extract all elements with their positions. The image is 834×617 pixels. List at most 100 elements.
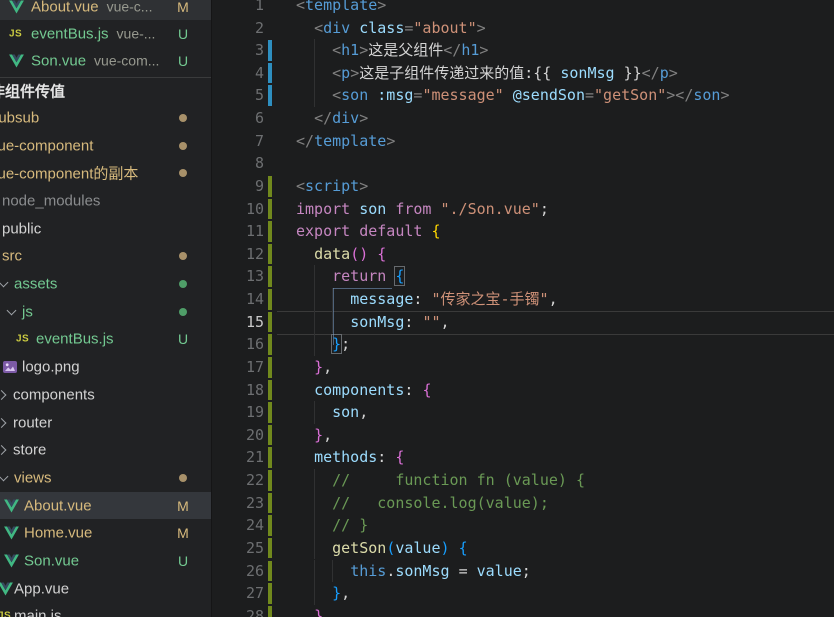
code-text: <template> [296,0,387,14]
tree-item-logo.png[interactable]: logo.png [0,353,211,381]
code-line[interactable]: 1 <template> [211,0,834,17]
open-editor-item[interactable]: About.vue vue-c... M [0,0,211,21]
git-gutter-added [268,243,272,265]
tree-item-router[interactable]: router [0,409,211,437]
file-name: views [14,469,52,487]
file-name: Son.vue [31,52,87,70]
code-line[interactable]: 3 <h1>这是父组件</h1> [211,39,834,62]
tree-item-vue-component[interactable]: vue-component [0,132,211,160]
code-line[interactable]: 7 </template> [211,130,834,153]
code-line[interactable]: 26 this.sonMsg = value; [211,559,834,583]
line-number: 8 [254,154,264,173]
tree-item-Son.vue[interactable]: Son.vue U [0,547,211,575]
open-editor-item[interactable]: JS eventBus.js vue-... U [0,20,211,47]
line-number: 18 [245,380,264,399]
file-name: Son.vue [24,552,80,570]
vscode-window: About.vue vue-c... M JS eventBus.js vue-... U S… [0,0,834,617]
js-file-icon: JS [0,610,12,617]
code-line[interactable]: 13 return { [211,265,834,289]
code-line[interactable]: 10 import son from "./Son.vue"; [211,198,834,221]
line-number: 27 [245,584,264,603]
code-line[interactable]: 12 data() { [211,243,834,266]
git-dot-badge [179,307,187,316]
git-gutter-added [268,470,272,491]
code-line[interactable]: 6 </div> [211,107,834,130]
line-number: 19 [245,403,264,422]
code-text: this.sonMsg = value; [350,561,531,580]
code-line[interactable]: 16 }; [211,333,834,356]
tree-item-js[interactable]: js [0,298,211,326]
vue-file-icon [9,0,24,14]
code-line[interactable]: 28 } [211,605,834,617]
code-text: // } [332,516,369,535]
vue-file-icon [4,554,19,568]
code-line[interactable]: 11 export default { [211,220,834,243]
tree-item-About.vue[interactable]: About.vue M [0,491,211,520]
git-dot-badge [179,473,187,482]
line-number: 20 [245,425,264,444]
line-number: 9 [254,176,264,195]
tree-item-views[interactable]: views [0,464,211,492]
tree-item-node_modules[interactable]: node_modules [0,187,211,215]
chevron-right-icon [0,445,7,456]
code-line[interactable]: 24 // } [211,514,834,537]
code-text: <son :msg="message" @sendSon="getSon"></… [332,86,730,105]
tree-item-main.js[interactable]: JS main.js [0,603,211,617]
git-gutter-added [268,198,272,220]
line-number: 7 [254,131,264,150]
tree-item-vue-component[interactable]: vue-component的副本 [0,159,211,187]
code-line[interactable]: 9 <script> [211,175,834,198]
git-gutter-added [268,334,272,355]
code-line[interactable]: 5 <son :msg="message" @sendSon="getSon">… [211,84,834,108]
tree-item-eventBus.js[interactable]: JS eventBus.js U [0,326,211,354]
git-untracked-badge: U [177,53,189,70]
tree-item-src[interactable]: src [0,243,211,271]
line-number: 25 [245,538,264,557]
code-text: sonMsg: "", [350,312,450,331]
line-number: 22 [245,471,264,490]
code-line[interactable]: 2 <div class="about"> [211,17,834,40]
code-line[interactable]: 15 sonMsg: "", [211,310,834,334]
code-line[interactable]: 4 <p>这是子组件传递过来的值:{{ sonMsg }}</p> [211,61,834,85]
tree-item-store[interactable]: store [0,436,211,464]
git-dot-badge [179,113,187,122]
vue-file-icon [4,526,19,540]
file-name: main.js [14,607,62,617]
code-line[interactable]: 25 getSon(value) { [211,536,834,560]
file-path: vue-c... [106,0,153,15]
tree-item-assets[interactable]: assets [0,270,211,298]
file-name: logo.png [22,358,80,376]
code-line[interactable]: 18 components: { [211,379,834,402]
line-number: 23 [245,493,264,512]
code-text: } [314,606,324,617]
code-line[interactable]: 17 }, [211,356,834,379]
code-line[interactable]: 23 // console.log(value); [211,491,834,515]
vue-file-icon [4,499,19,513]
tree-item-pubsub[interactable]: pubsub [0,104,211,132]
git-gutter-added [268,560,272,582]
git-gutter-added [268,583,272,604]
line-number: 2 [254,18,264,37]
git-untracked-badge: U [177,26,189,43]
code-line[interactable]: 8 [211,152,834,175]
git-gutter-added [268,515,272,536]
code-line[interactable]: 20 }, [211,424,834,447]
code-line[interactable]: 27 }, [211,582,834,605]
tree-item-App.vue[interactable]: App.vue [0,575,211,603]
code-line[interactable]: 19 son, [211,401,834,424]
vue-file-icon [0,582,13,596]
code-text: <script> [296,176,369,195]
code-editor[interactable]: 1 <template> 2 <div class="about"> 3 <h1>这是… [211,0,834,617]
workspace-section-header[interactable]: 非组件传值 [0,78,211,103]
bracket-pair-guide [333,288,393,290]
chevron-down-icon [0,471,9,482]
tree-item-public[interactable]: public [0,215,211,243]
tree-item-components[interactable]: components [0,381,211,409]
tree-item-Home.vue[interactable]: Home.vue M [0,520,211,548]
code-line[interactable]: 14 message: "传家之宝-手镯", [211,288,834,311]
open-editor-item[interactable]: Son.vue vue-com... U [0,48,211,75]
git-gutter-added [268,605,272,617]
code-text: // function fn (value) { [332,471,585,490]
code-line[interactable]: 21 methods: { [211,446,834,469]
code-line[interactable]: 22 // function fn (value) { [211,469,834,492]
